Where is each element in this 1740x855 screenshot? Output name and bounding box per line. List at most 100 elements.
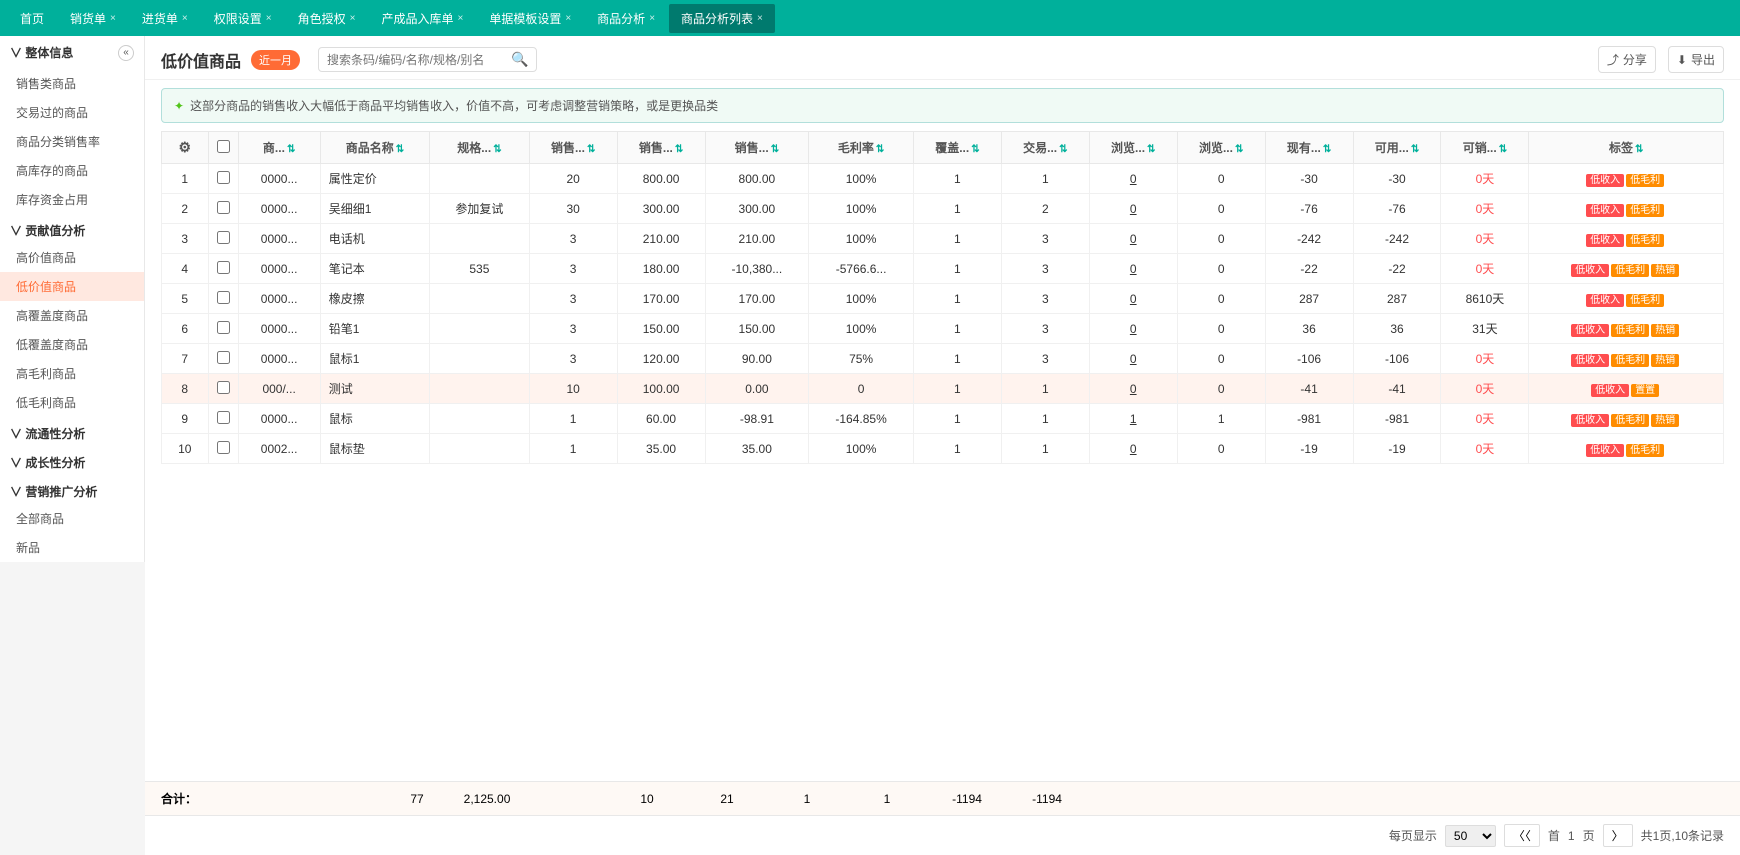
- col-available[interactable]: 可用...⇅: [1353, 132, 1441, 164]
- sidebar-item-new-products[interactable]: 新品: [0, 533, 144, 562]
- view1-value[interactable]: 0: [1130, 322, 1137, 336]
- row-select-checkbox[interactable]: [217, 351, 230, 364]
- sidebar-item-stock-funds[interactable]: 库存资金占用: [0, 185, 144, 214]
- sidebar-item-low-value[interactable]: 低价值商品: [0, 272, 144, 301]
- sidebar-item-high-value[interactable]: 高价值商品: [0, 243, 144, 272]
- close-icon[interactable]: ×: [565, 13, 571, 24]
- row-view1[interactable]: 0: [1089, 284, 1177, 314]
- first-page-btn[interactable]: 〈〈: [1504, 824, 1540, 847]
- sidebar-item-category-rate[interactable]: 商品分类销售率: [0, 127, 144, 156]
- search-icon[interactable]: 🔍: [511, 51, 528, 68]
- view1-value[interactable]: 1: [1130, 412, 1137, 426]
- view1-value[interactable]: 0: [1130, 352, 1137, 366]
- row-select-checkbox[interactable]: [217, 411, 230, 424]
- col-cover[interactable]: 覆盖...⇅: [913, 132, 1001, 164]
- row-select-checkbox[interactable]: [217, 171, 230, 184]
- row-checkbox[interactable]: [208, 194, 238, 224]
- search-input[interactable]: [327, 53, 507, 67]
- col-gear[interactable]: ⚙: [162, 132, 209, 164]
- row-checkbox[interactable]: [208, 314, 238, 344]
- view1-value[interactable]: 0: [1130, 262, 1137, 276]
- row-checkbox[interactable]: [208, 344, 238, 374]
- col-checkbox[interactable]: [208, 132, 238, 164]
- row-view1[interactable]: 0: [1089, 194, 1177, 224]
- close-icon[interactable]: ×: [266, 13, 272, 24]
- row-view1[interactable]: 0: [1089, 344, 1177, 374]
- nav-role-auth[interactable]: 角色授权 ×: [286, 4, 368, 33]
- col-name[interactable]: 商品名称⇅: [320, 132, 429, 164]
- select-all-checkbox[interactable]: [217, 140, 230, 153]
- row-checkbox[interactable]: [208, 224, 238, 254]
- nav-home[interactable]: 首页: [8, 4, 56, 33]
- view1-value[interactable]: 0: [1130, 382, 1137, 396]
- per-page-select[interactable]: 50 100 200: [1445, 825, 1496, 847]
- view1-value[interactable]: 0: [1130, 292, 1137, 306]
- row-view1[interactable]: 0: [1089, 164, 1177, 194]
- close-icon[interactable]: ×: [110, 13, 116, 24]
- col-current[interactable]: 现有...⇅: [1265, 132, 1353, 164]
- col-tags[interactable]: 标签⇅: [1529, 132, 1724, 164]
- row-checkbox[interactable]: [208, 404, 238, 434]
- row-checkbox[interactable]: [208, 434, 238, 464]
- col-spec[interactable]: 规格...⇅: [430, 132, 530, 164]
- row-select-checkbox[interactable]: [217, 381, 230, 394]
- row-view1[interactable]: 0: [1089, 374, 1177, 404]
- sidebar-item-sales-products[interactable]: 销售类商品: [0, 69, 144, 98]
- close-icon[interactable]: ×: [182, 13, 188, 24]
- nav-product-analysis-list[interactable]: 商品分析列表 ×: [669, 4, 775, 33]
- days-value: 0天: [1476, 262, 1495, 276]
- row-view1[interactable]: 0: [1089, 314, 1177, 344]
- close-icon[interactable]: ×: [350, 13, 356, 24]
- sidebar-item-high-profit[interactable]: 高毛利商品: [0, 359, 144, 388]
- nav-template[interactable]: 单据模板设置 ×: [477, 4, 583, 33]
- share-button[interactable]: ⤴ 分享: [1598, 46, 1656, 73]
- nav-sales-order[interactable]: 销货单 ×: [58, 4, 128, 33]
- row-s2: 100.00: [617, 374, 705, 404]
- view1-value[interactable]: 0: [1130, 232, 1137, 246]
- view1-value[interactable]: 0: [1130, 442, 1137, 456]
- row-view1[interactable]: 0: [1089, 434, 1177, 464]
- row-select-checkbox[interactable]: [217, 321, 230, 334]
- row-select-checkbox[interactable]: [217, 261, 230, 274]
- view1-value[interactable]: 0: [1130, 172, 1137, 186]
- row-checkbox[interactable]: [208, 284, 238, 314]
- row-select-checkbox[interactable]: [217, 291, 230, 304]
- close-icon[interactable]: ×: [457, 13, 463, 24]
- col-trade[interactable]: 交易...⇅: [1001, 132, 1089, 164]
- col-view2[interactable]: 浏览...⇅: [1177, 132, 1265, 164]
- row-select-checkbox[interactable]: [217, 441, 230, 454]
- export-button[interactable]: ⬇ 导出: [1668, 46, 1724, 73]
- sidebar-item-low-coverage[interactable]: 低覆盖度商品: [0, 330, 144, 359]
- row-view1[interactable]: 1: [1089, 404, 1177, 434]
- close-icon[interactable]: ×: [649, 13, 655, 24]
- row-view1[interactable]: 0: [1089, 224, 1177, 254]
- col-code[interactable]: 商...⇅: [238, 132, 320, 164]
- col-saleable[interactable]: 可销...⇅: [1441, 132, 1529, 164]
- view1-value[interactable]: 0: [1130, 202, 1137, 216]
- sidebar-item-high-stock[interactable]: 高库存的商品: [0, 156, 144, 185]
- sidebar-item-low-profit[interactable]: 低毛利商品: [0, 388, 144, 417]
- nav-product-in[interactable]: 产成品入库单 ×: [369, 4, 475, 33]
- row-s1: 10: [529, 374, 617, 404]
- row-view1[interactable]: 0: [1089, 254, 1177, 284]
- time-badge[interactable]: 近一月: [251, 50, 300, 70]
- sidebar-item-traded-products[interactable]: 交易过的商品: [0, 98, 144, 127]
- nav-product-analysis[interactable]: 商品分析 ×: [585, 4, 667, 33]
- row-checkbox[interactable]: [208, 374, 238, 404]
- row-checkbox[interactable]: [208, 164, 238, 194]
- row-select-checkbox[interactable]: [217, 231, 230, 244]
- sidebar-collapse-btn[interactable]: «: [118, 45, 134, 61]
- row-select-checkbox[interactable]: [217, 201, 230, 214]
- col-view1[interactable]: 浏览...⇅: [1089, 132, 1177, 164]
- sidebar-item-high-coverage[interactable]: 高覆盖度商品: [0, 301, 144, 330]
- col-margin[interactable]: 毛利率⇅: [809, 132, 914, 164]
- next-page-btn[interactable]: 〉: [1603, 824, 1633, 847]
- sidebar-item-all-products[interactable]: 全部商品: [0, 504, 144, 533]
- close-icon[interactable]: ×: [757, 13, 763, 24]
- col-sales2[interactable]: 销售...⇅: [617, 132, 705, 164]
- col-sales1[interactable]: 销售...⇅: [529, 132, 617, 164]
- row-checkbox[interactable]: [208, 254, 238, 284]
- nav-permission[interactable]: 权限设置 ×: [202, 4, 284, 33]
- col-sales3[interactable]: 销售...⇅: [705, 132, 809, 164]
- nav-purchase-order[interactable]: 进货单 ×: [130, 4, 200, 33]
